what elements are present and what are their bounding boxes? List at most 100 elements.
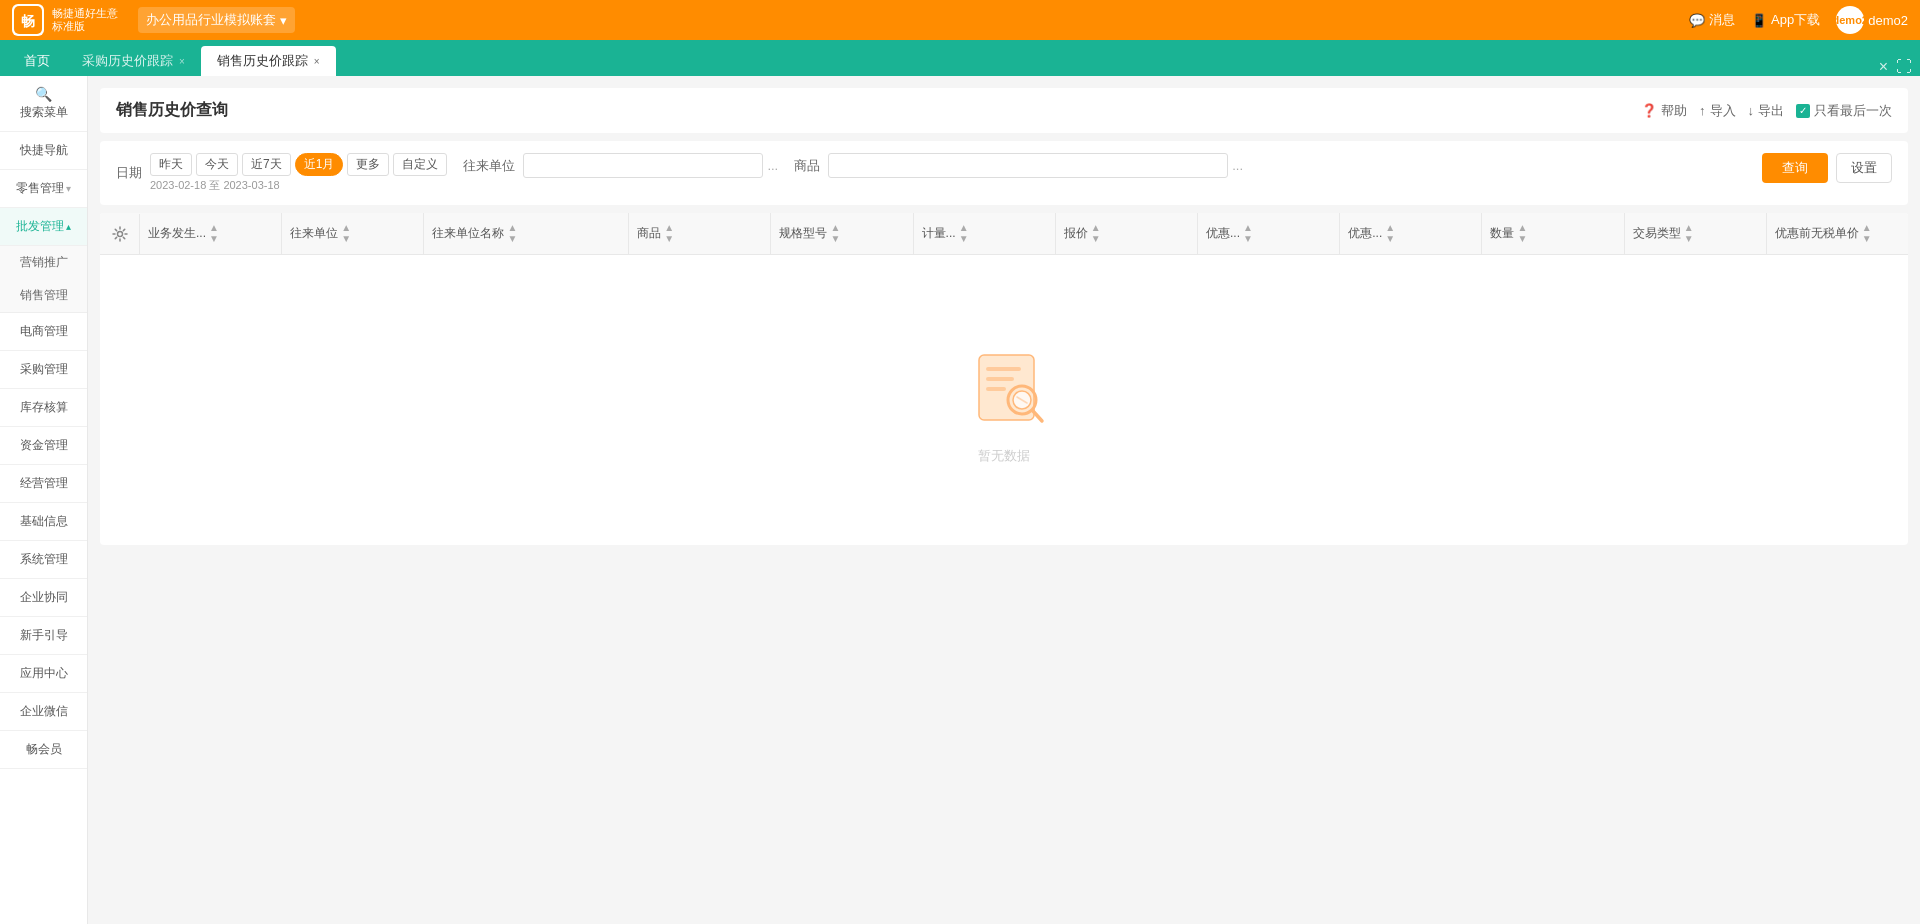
sidebar-label-enterprise-coop: 企业协同 [20,589,68,606]
avatar: demo2 [1836,6,1864,34]
sidebar-item-ecommerce[interactable]: 电商管理 [0,313,87,351]
product-dots[interactable]: ... [1232,158,1243,173]
user-menu[interactable]: demo2 demo2 [1836,6,1908,34]
th-business-date[interactable]: 业务发生... ▲▼ [140,213,282,254]
app-download-button[interactable]: 📱 App下载 [1751,11,1820,29]
sidebar-label-ecommerce: 电商管理 [20,323,68,340]
sidebar-label-inventory: 库存核算 [20,399,68,416]
sort-icon-counterpart-code: ▲▼ [341,223,351,244]
counterpart-input[interactable] [523,153,763,178]
th-pre-tax-price[interactable]: 优惠前无税单价 ▲▼ [1767,213,1908,254]
tab-purchase-history[interactable]: 采购历史价跟踪 × [66,46,201,76]
product-input[interactable] [828,153,1228,178]
product-input-group: ... [828,153,1243,178]
date-yesterday-btn[interactable]: 昨天 [150,153,192,176]
th-product[interactable]: 商品 ▲▼ [629,213,771,254]
th-unit[interactable]: 计量... ▲▼ [914,213,1056,254]
sidebar-item-wholesale[interactable]: 批发管理 ▴ [0,208,87,246]
empty-text: 暂无数据 [978,447,1030,465]
import-button[interactable]: ↑ 导入 [1699,102,1736,120]
sidebar-label-finance: 资金管理 [20,437,68,454]
svg-rect-5 [986,377,1014,381]
sidebar-item-system[interactable]: 系统管理 [0,541,87,579]
th-spec[interactable]: 规格型号 ▲▼ [771,213,913,254]
export-icon: ↓ [1748,103,1755,118]
download-icon: 📱 [1751,13,1767,28]
sidebar-item-enterprise-coop[interactable]: 企业协同 [0,579,87,617]
only-last-toggle[interactable]: ✓ 只看最后一次 [1796,102,1892,120]
table-container: 业务发生... ▲▼ 往来单位 ▲▼ 往来单位名称 ▲▼ 商品 ▲▼ 规格型号 [100,213,1908,545]
help-button[interactable]: ❓ 帮助 [1641,102,1687,120]
th-trade-type[interactable]: 交易类型 ▲▼ [1625,213,1767,254]
company-selector[interactable]: 办公用品行业模拟账套 ▾ [138,7,295,33]
sidebar-label-operations: 经营管理 [20,475,68,492]
sidebar-item-beginner[interactable]: 新手引导 [0,617,87,655]
sidebar-label-app-center: 应用中心 [20,665,68,682]
th-discount2[interactable]: 优惠... ▲▼ [1340,213,1482,254]
export-button[interactable]: ↓ 导出 [1748,102,1785,120]
topbar-center: 办公用品行业模拟账套 ▾ [138,7,1669,33]
sidebar-label-retail: 零售管理 [16,180,64,197]
expand-icon[interactable]: ⛶ [1896,58,1912,76]
tab-sales-close-icon[interactable]: × [314,56,320,67]
empty-state: 暂无数据 [100,255,1908,545]
sidebar-item-purchase[interactable]: 采购管理 [0,351,87,389]
sidebar-item-basic-info[interactable]: 基础信息 [0,503,87,541]
setting-button[interactable]: 设置 [1836,153,1892,183]
th-discount1[interactable]: 优惠... ▲▼ [1198,213,1340,254]
help-icon: ❓ [1641,103,1657,118]
sidebar-item-app-center[interactable]: 应用中心 [0,655,87,693]
tab-home[interactable]: 首页 [8,46,66,76]
tabbar: 首页 采购历史价跟踪 × 销售历史价跟踪 × × ⛶ [0,40,1920,76]
sidebar-label-system: 系统管理 [20,551,68,568]
table-settings-icon[interactable] [100,214,140,254]
sidebar-item-sales-management[interactable]: 销售管理 [0,279,87,312]
sidebar-label-enterprise-wechat: 企业微信 [20,703,68,720]
tab-purchase-close-icon[interactable]: × [179,56,185,67]
sidebar-item-marketing[interactable]: 营销推广 [0,246,87,279]
date-last7days-btn[interactable]: 近7天 [242,153,291,176]
sidebar-item-search-menu[interactable]: 🔍 搜索菜单 [0,76,87,132]
app-name: 畅捷通好生意 标准版 [52,7,118,33]
sidebar-item-operations[interactable]: 经营管理 [0,465,87,503]
sidebar: 🔍 搜索菜单 快捷导航 零售管理 ▾ 批发管理 ▴ 营销推广 销售管理 电商管理… [0,76,88,924]
sort-icon-counterpart-name: ▲▼ [507,223,517,244]
sort-icon-discount2: ▲▼ [1385,223,1395,244]
message-button[interactable]: 💬 消息 [1689,11,1735,29]
sidebar-wholesale-expanded: 营销推广 销售管理 [0,246,87,313]
tabbar-right-actions: × ⛶ [1879,58,1912,76]
sidebar-item-finance[interactable]: 资金管理 [0,427,87,465]
page-title: 销售历史价查询 [116,100,228,121]
th-quantity[interactable]: 数量 ▲▼ [1482,213,1624,254]
sidebar-item-retail[interactable]: 零售管理 ▾ [0,170,87,208]
th-counterpart-code[interactable]: 往来单位 ▲▼ [282,213,424,254]
sales-history-tab-label: 销售历史价跟踪 [217,52,308,70]
sort-icon-pre-tax-price: ▲▼ [1862,223,1872,244]
tab-sales-history[interactable]: 销售历史价跟踪 × [201,46,336,76]
sort-icon-quote: ▲▼ [1091,223,1101,244]
counterpart-dots[interactable]: ... [767,158,778,173]
filter-bar: 日期 昨天 今天 近7天 近1月 更多 自定义 2023-02-18 至 202… [100,141,1908,205]
sidebar-item-quick-nav[interactable]: 快捷导航 [0,132,87,170]
page-title-bar: 销售历史价查询 ❓ 帮助 ↑ 导入 ↓ 导出 ✓ 只看最后一次 [100,88,1908,133]
th-counterpart-name[interactable]: 往来单位名称 ▲▼ [424,213,629,254]
th-quote[interactable]: 报价 ▲▼ [1056,213,1198,254]
filter-actions: 查询 设置 [1762,153,1892,183]
sidebar-item-enterprise-wechat[interactable]: 企业微信 [0,693,87,731]
topbar: 畅 畅捷通好生意 标准版 办公用品行业模拟账套 ▾ 💬 消息 📱 App下载 d… [0,0,1920,40]
date-last1month-btn[interactable]: 近1月 [295,153,344,176]
svg-point-2 [117,231,122,236]
close-all-tabs-icon[interactable]: × [1879,58,1888,76]
date-today-btn[interactable]: 今天 [196,153,238,176]
date-more-btn[interactable]: 更多 [347,153,389,176]
sidebar-label-purchase: 采购管理 [20,361,68,378]
sidebar-item-member[interactable]: 畅会员 [0,731,87,769]
sidebar-label-search-menu: 搜索菜单 [20,104,68,121]
date-custom-btn[interactable]: 自定义 [393,153,447,176]
sidebar-item-inventory[interactable]: 库存核算 [0,389,87,427]
topbar-right: 💬 消息 📱 App下载 demo2 demo2 [1689,6,1908,34]
query-button[interactable]: 查询 [1762,153,1828,183]
only-last-checkbox[interactable]: ✓ [1796,104,1810,118]
date-options: 昨天 今天 近7天 近1月 更多 自定义 2023-02-18 至 2023-0… [150,153,447,193]
main-layout: 🔍 搜索菜单 快捷导航 零售管理 ▾ 批发管理 ▴ 营销推广 销售管理 电商管理… [0,76,1920,924]
